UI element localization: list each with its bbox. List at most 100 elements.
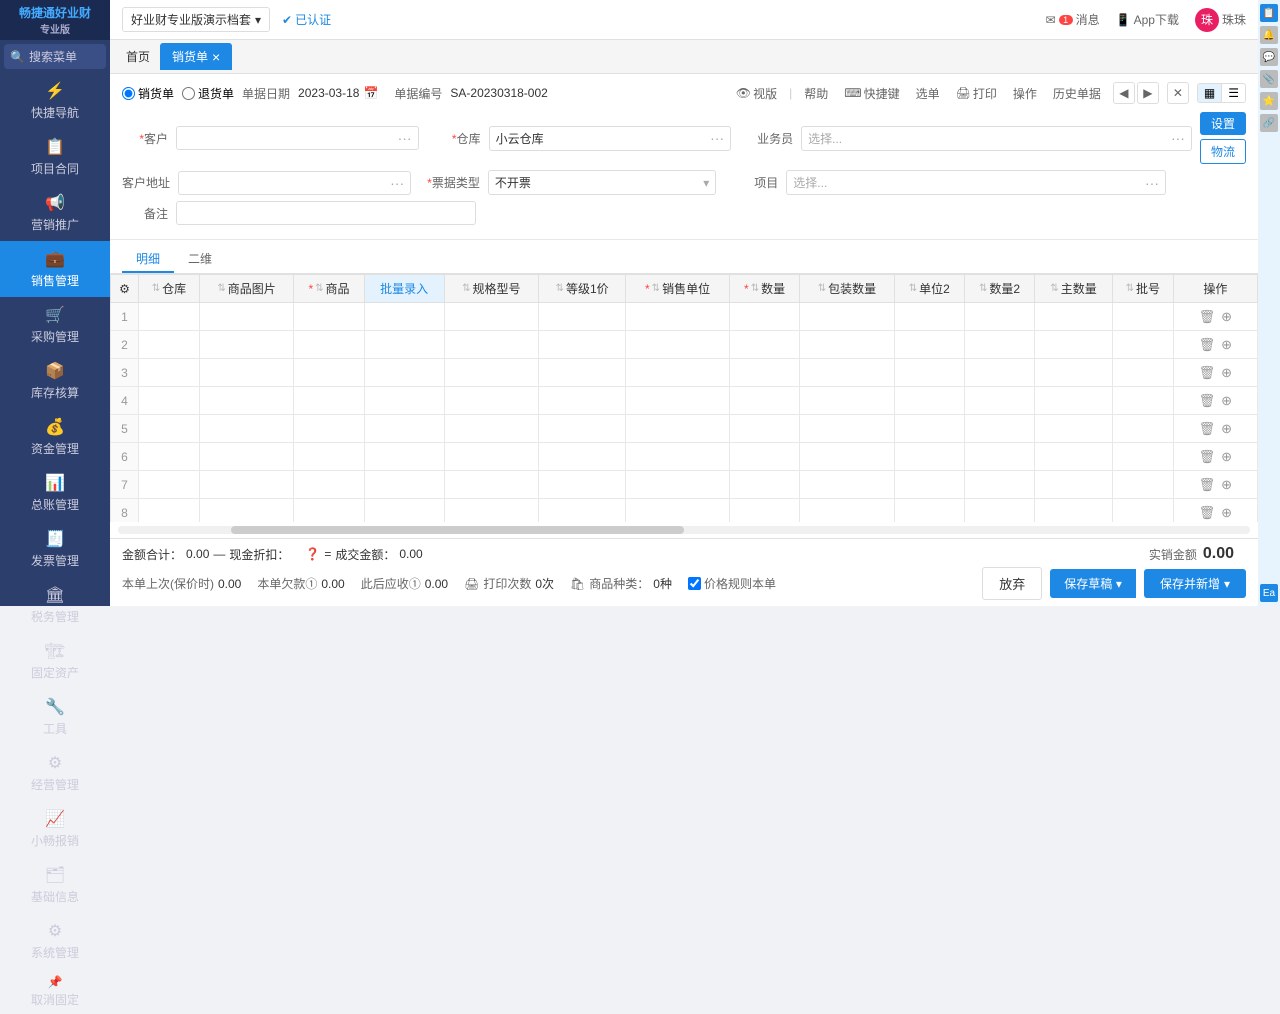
delete-icon[interactable]: 🗑 bbox=[1199, 477, 1216, 493]
salesperson-input[interactable]: 选择... ··· bbox=[801, 126, 1192, 151]
project-input[interactable]: 选择... ··· bbox=[786, 170, 1166, 195]
cell[interactable] bbox=[539, 499, 626, 523]
cell[interactable] bbox=[199, 303, 294, 331]
cell[interactable] bbox=[964, 443, 1034, 471]
cell[interactable] bbox=[964, 471, 1034, 499]
sales-order-tab[interactable]: 销货单 × bbox=[160, 43, 232, 70]
cell[interactable] bbox=[964, 387, 1034, 415]
cell[interactable] bbox=[1035, 303, 1113, 331]
cell[interactable] bbox=[1035, 387, 1113, 415]
cell[interactable] bbox=[444, 443, 539, 471]
tab-detail[interactable]: 明细 bbox=[122, 246, 174, 273]
cell[interactable] bbox=[894, 303, 964, 331]
delete-icon[interactable]: 🗑 bbox=[1199, 449, 1216, 465]
sidebar-item-fixed-assets[interactable]: 🏗 固定资产 bbox=[0, 633, 110, 689]
cell[interactable] bbox=[729, 359, 799, 387]
view-btn[interactable]: 👁视版 bbox=[732, 83, 781, 104]
cell[interactable] bbox=[800, 303, 895, 331]
radio-sales[interactable]: 销货单 bbox=[122, 85, 174, 102]
company-selector[interactable]: 好业财专业版演示档套 ▾ bbox=[122, 7, 270, 32]
cell[interactable] bbox=[539, 387, 626, 415]
cell[interactable] bbox=[539, 471, 626, 499]
cell[interactable] bbox=[444, 387, 539, 415]
calendar-icon[interactable]: 📅 bbox=[363, 86, 378, 100]
cell[interactable] bbox=[444, 331, 539, 359]
home-tab[interactable]: 首页 bbox=[118, 43, 158, 70]
cell[interactable] bbox=[800, 331, 895, 359]
cell[interactable] bbox=[800, 359, 895, 387]
cell[interactable] bbox=[444, 471, 539, 499]
warehouse-dots[interactable]: ··· bbox=[710, 130, 724, 146]
sidebar-item-sales[interactable]: 💼 销售管理 bbox=[0, 241, 110, 297]
user-avatar[interactable]: 珠 珠珠 bbox=[1195, 8, 1246, 32]
cell[interactable] bbox=[729, 387, 799, 415]
invoice-input[interactable]: 不开票 ▾ bbox=[488, 170, 716, 195]
cell[interactable] bbox=[800, 499, 895, 523]
next-btn[interactable]: ▶ bbox=[1137, 82, 1159, 104]
cell[interactable] bbox=[139, 471, 200, 499]
cell[interactable] bbox=[894, 471, 964, 499]
cell[interactable] bbox=[139, 387, 200, 415]
cell[interactable] bbox=[1035, 415, 1113, 443]
cell[interactable] bbox=[964, 359, 1034, 387]
cell[interactable] bbox=[539, 359, 626, 387]
note-input[interactable] bbox=[176, 201, 476, 225]
cell[interactable] bbox=[1035, 359, 1113, 387]
cell[interactable] bbox=[199, 415, 294, 443]
cell[interactable] bbox=[199, 331, 294, 359]
copy-icon[interactable]: ⊕ bbox=[1221, 309, 1232, 325]
address-input[interactable]: ··· bbox=[178, 171, 411, 195]
sidebar-item-accounts[interactable]: 📊 总账管理 bbox=[0, 465, 110, 521]
cell[interactable] bbox=[294, 331, 364, 359]
cell[interactable] bbox=[139, 499, 200, 523]
sidebar-item-operations[interactable]: ⚙ 经营管理 bbox=[0, 745, 110, 801]
cell[interactable] bbox=[729, 415, 799, 443]
cell[interactable] bbox=[1035, 499, 1113, 523]
cell[interactable] bbox=[199, 443, 294, 471]
tab-2d[interactable]: 二维 bbox=[174, 246, 226, 273]
sidebar-item-finance[interactable]: 💰 资金管理 bbox=[0, 409, 110, 465]
cell[interactable] bbox=[729, 303, 799, 331]
cell[interactable] bbox=[626, 415, 730, 443]
rp-icon-3[interactable]: 💬 bbox=[1260, 48, 1278, 66]
cell[interactable] bbox=[199, 359, 294, 387]
cell[interactable] bbox=[626, 331, 730, 359]
cell[interactable] bbox=[800, 471, 895, 499]
cell[interactable] bbox=[139, 359, 200, 387]
cell[interactable] bbox=[444, 499, 539, 523]
copy-icon[interactable]: ⊕ bbox=[1221, 337, 1232, 353]
rp-icon-5[interactable]: ⭐ bbox=[1260, 92, 1278, 110]
tab-close-btn[interactable]: × bbox=[212, 50, 220, 64]
th-batch-import[interactable]: 批量录入 bbox=[364, 275, 444, 303]
cell[interactable] bbox=[294, 387, 364, 415]
delete-icon[interactable]: 🗑 bbox=[1199, 365, 1216, 381]
cell[interactable] bbox=[294, 415, 364, 443]
cell[interactable] bbox=[1112, 359, 1173, 387]
sidebar-item-tools[interactable]: 🔧 工具 bbox=[0, 689, 110, 745]
sidebar-search[interactable]: 🔍 搜索菜单 bbox=[4, 44, 106, 69]
cell[interactable] bbox=[1112, 471, 1173, 499]
goods-btn[interactable]: 物流 bbox=[1200, 139, 1246, 164]
copy-icon[interactable]: ⊕ bbox=[1221, 365, 1232, 381]
operate-btn[interactable]: 操作 bbox=[1009, 83, 1041, 104]
cell[interactable] bbox=[444, 303, 539, 331]
cell[interactable] bbox=[294, 443, 364, 471]
cell[interactable] bbox=[729, 471, 799, 499]
warehouse-input[interactable]: 小云仓库 ··· bbox=[489, 126, 732, 151]
cell[interactable] bbox=[964, 415, 1034, 443]
customer-dots[interactable]: ··· bbox=[398, 130, 412, 146]
sidebar-item-tax[interactable]: 🏛 税务管理 bbox=[0, 577, 110, 633]
cell[interactable] bbox=[626, 359, 730, 387]
cell[interactable] bbox=[539, 415, 626, 443]
copy-icon[interactable]: ⊕ bbox=[1221, 449, 1232, 465]
address-dots[interactable]: ··· bbox=[390, 175, 404, 191]
cell[interactable] bbox=[626, 443, 730, 471]
list-view-btn[interactable]: ☰ bbox=[1222, 84, 1245, 102]
th-settings[interactable]: ⚙ bbox=[111, 275, 139, 303]
cell[interactable] bbox=[1112, 415, 1173, 443]
delete-icon[interactable]: 🗑 bbox=[1199, 393, 1216, 409]
delete-icon[interactable]: 🗑 bbox=[1199, 337, 1216, 353]
rp-icon-7[interactable]: Ea bbox=[1260, 584, 1278, 602]
cell[interactable] bbox=[539, 303, 626, 331]
copy-icon[interactable]: ⊕ bbox=[1221, 505, 1232, 521]
